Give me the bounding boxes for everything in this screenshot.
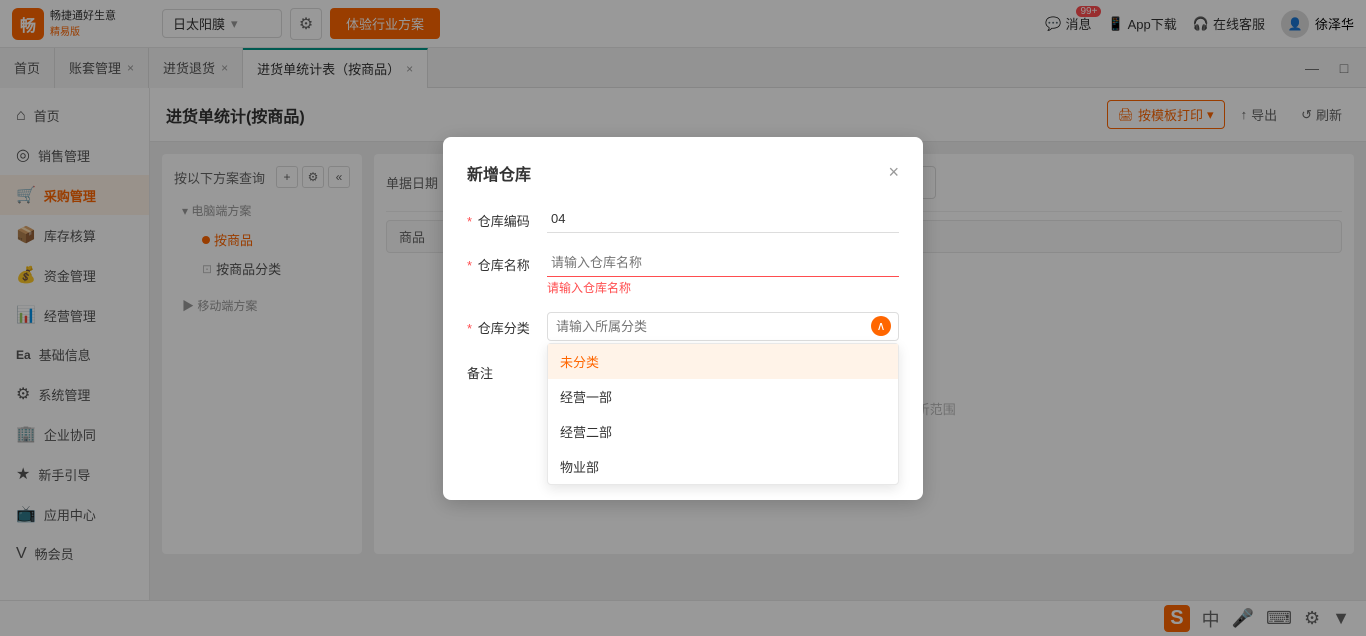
dropdown-item-0[interactable]: 未分类 <box>548 344 898 379</box>
modal-close-button[interactable]: × <box>888 162 899 183</box>
name-error-msg: 请输入仓库名称 <box>547 279 899 296</box>
form-row-name: * 仓库名称 请输入仓库名称 <box>467 249 899 296</box>
name-required: * <box>467 258 472 273</box>
modal-title: 新增仓库 <box>467 161 531 185</box>
dropdown-item-2[interactable]: 经营二部 <box>548 414 898 449</box>
modal-overlay[interactable]: 新增仓库 × * 仓库编码 * 仓库名称 请输入仓库名称 <box>0 0 1366 636</box>
name-label: * 仓库名称 <box>467 249 547 274</box>
modal-header: 新增仓库 × <box>467 161 899 185</box>
dropdown-item-3[interactable]: 物业部 <box>548 449 898 484</box>
form-row-category: * 仓库分类 ∧ 未分类 经营一部 经营二部 物业部 <box>467 312 899 341</box>
category-dropdown: 未分类 经营一部 经营二部 物业部 <box>547 343 899 485</box>
code-required: * <box>467 214 472 229</box>
form-row-code: * 仓库编码 <box>467 205 899 233</box>
name-field: 请输入仓库名称 <box>547 249 899 296</box>
category-toggle-button[interactable]: ∧ <box>871 316 891 336</box>
category-required: * <box>467 321 472 336</box>
code-label: * 仓库编码 <box>467 205 547 230</box>
category-label: * 仓库分类 <box>467 312 547 337</box>
dropdown-item-1[interactable]: 经营一部 <box>548 379 898 414</box>
category-field: ∧ 未分类 经营一部 经营二部 物业部 <box>547 312 899 341</box>
note-label: 备注 <box>467 357 547 382</box>
name-input[interactable] <box>547 249 899 277</box>
category-selector: ∧ 未分类 经营一部 经营二部 物业部 <box>547 312 899 341</box>
modal-dialog: 新增仓库 × * 仓库编码 * 仓库名称 请输入仓库名称 <box>443 137 923 500</box>
code-field <box>547 205 899 233</box>
code-input[interactable] <box>547 205 899 233</box>
category-input[interactable] <box>547 312 899 341</box>
